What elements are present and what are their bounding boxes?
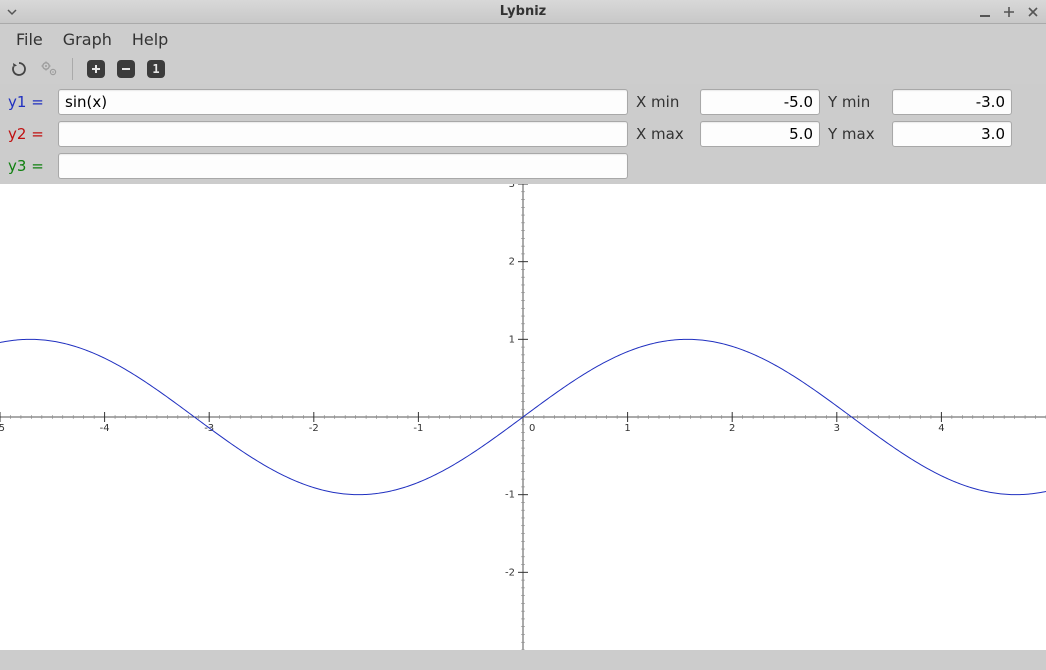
window-menu-button[interactable] — [6, 6, 86, 18]
minus-icon — [117, 60, 135, 78]
svg-text:2: 2 — [729, 423, 735, 434]
menu-graph[interactable]: Graph — [55, 26, 120, 53]
maximize-button[interactable] — [1002, 5, 1016, 19]
y2-input[interactable] — [58, 121, 628, 147]
refresh-icon — [10, 60, 28, 78]
input-panel: y1 = X min Y min y2 = X max Y max y3 = — [0, 84, 1046, 184]
settings-button[interactable] — [38, 58, 60, 80]
toolbar-separator — [72, 58, 73, 80]
svg-text:2: 2 — [509, 257, 515, 268]
svg-text:-2: -2 — [309, 423, 319, 434]
ymin-input[interactable] — [892, 89, 1012, 115]
xmin-input[interactable] — [700, 89, 820, 115]
plot-canvas[interactable]: -5-4-3-2-101234-2-1123 — [0, 184, 1046, 650]
maximize-icon — [1003, 6, 1015, 18]
plot-container: -5-4-3-2-101234-2-1123 — [0, 184, 1046, 670]
toolbar: 1 — [0, 54, 1046, 84]
ymax-input[interactable] — [892, 121, 1012, 147]
zoom-in-button[interactable] — [85, 58, 107, 80]
close-icon — [1027, 6, 1039, 18]
xmax-input[interactable] — [700, 121, 820, 147]
svg-text:-2: -2 — [505, 567, 515, 578]
menu-file[interactable]: File — [8, 26, 51, 53]
menubar: File Graph Help — [0, 24, 1046, 54]
refresh-button[interactable] — [8, 58, 30, 80]
svg-text:1: 1 — [509, 334, 515, 345]
gears-icon — [39, 59, 59, 79]
window-title: Lybniz — [0, 4, 1046, 19]
xmax-label: X max — [636, 125, 692, 143]
menu-help[interactable]: Help — [124, 26, 176, 53]
svg-text:-5: -5 — [0, 423, 5, 434]
svg-text:3: 3 — [834, 423, 840, 434]
y3-input[interactable] — [58, 153, 628, 179]
svg-text:3: 3 — [509, 184, 515, 190]
minimize-button[interactable] — [978, 5, 992, 19]
y1-label: y1 = — [6, 93, 50, 111]
y1-input[interactable] — [58, 89, 628, 115]
svg-text:-1: -1 — [413, 423, 423, 434]
zoom-out-button[interactable] — [115, 58, 137, 80]
ymin-label: Y min — [828, 93, 884, 111]
zoom-reset-button[interactable]: 1 — [145, 58, 167, 80]
svg-text:-1: -1 — [505, 490, 515, 501]
minimize-icon — [979, 6, 991, 18]
svg-text:-4: -4 — [100, 423, 110, 434]
xmin-label: X min — [636, 93, 692, 111]
svg-text:4: 4 — [938, 423, 944, 434]
y3-label: y3 = — [6, 157, 50, 175]
close-button[interactable] — [1026, 5, 1040, 19]
plus-icon — [87, 60, 105, 78]
svg-text:0: 0 — [529, 423, 535, 434]
svg-text:1: 1 — [624, 423, 630, 434]
chevron-down-icon — [6, 6, 18, 18]
footer-gap — [0, 650, 1046, 670]
plot-svg: -5-4-3-2-101234-2-1123 — [0, 184, 1046, 650]
titlebar: Lybniz — [0, 0, 1046, 24]
one-icon: 1 — [147, 60, 165, 78]
y2-label: y2 = — [6, 125, 50, 143]
ymax-label: Y max — [828, 125, 884, 143]
